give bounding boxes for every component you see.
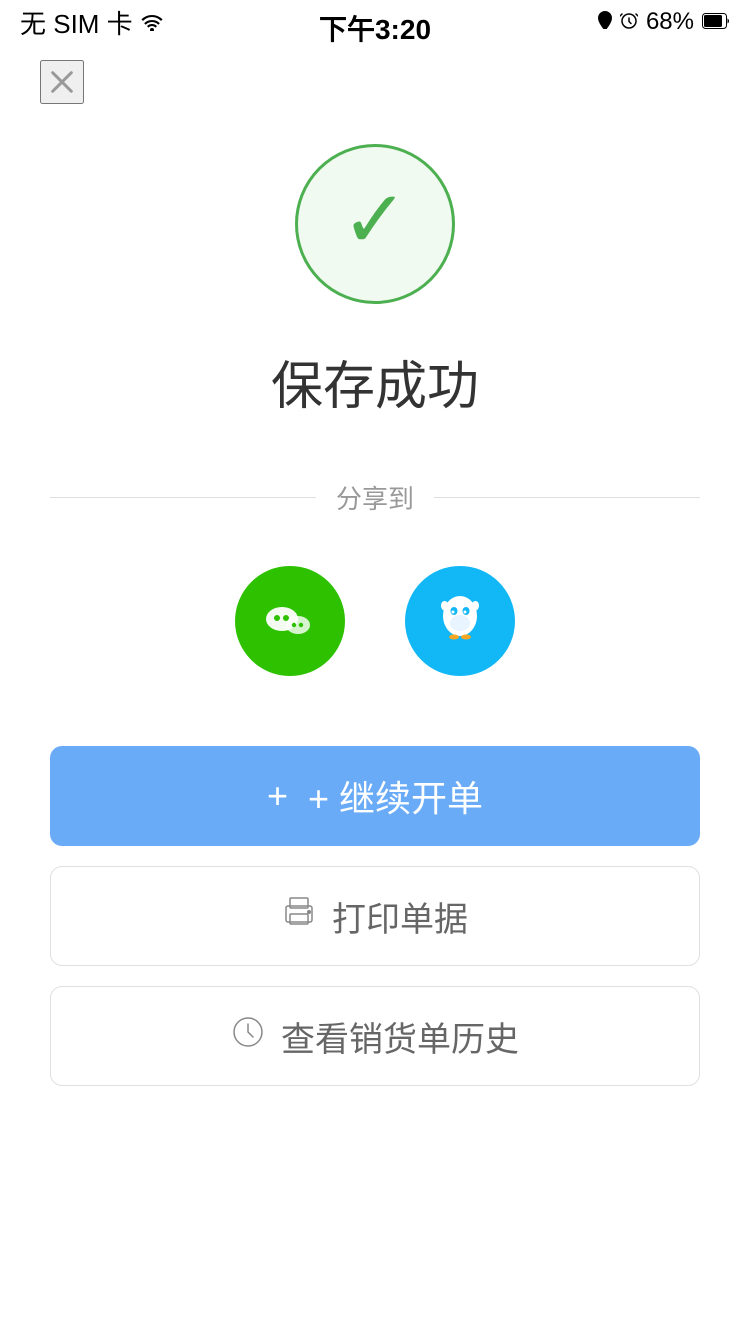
history-label: 查看销货单历史 (281, 1012, 519, 1061)
status-bar: 无 SIM 卡 下午3:20 68% (0, 0, 750, 44)
share-section: 分享到 (0, 479, 750, 746)
checkmark-icon: ✓ (341, 180, 408, 260)
print-icon (282, 896, 316, 937)
wechat-share-button[interactable] (235, 566, 345, 676)
qq-icon (431, 590, 489, 652)
status-right: 68% (598, 8, 730, 36)
success-circle: ✓ (295, 144, 455, 304)
sim-label: 无 SIM 卡 (20, 4, 133, 41)
continue-button[interactable]: + + 继续开单 (50, 746, 700, 846)
success-title: 保存成功 (271, 344, 479, 419)
wechat-icon (260, 591, 320, 651)
print-button[interactable]: 打印单据 (50, 866, 700, 966)
battery-percentage: 68% (646, 8, 694, 36)
alarm-icon (620, 8, 638, 36)
wifi-icon (141, 7, 163, 38)
action-buttons: + + 继续开单 打印单据 查看销货单历 (50, 746, 700, 1086)
status-left: 无 SIM 卡 (20, 4, 163, 41)
battery-icon (702, 8, 730, 36)
qq-share-button[interactable] (405, 566, 515, 676)
main-content: ✓ 保存成功 分享到 (0, 44, 750, 1086)
history-button[interactable]: 查看销货单历史 (50, 986, 700, 1086)
history-icon (231, 1015, 265, 1058)
print-label: 打印单据 (332, 892, 468, 941)
share-label: 分享到 (316, 479, 434, 516)
status-time: 下午3:20 (319, 8, 431, 48)
plus-icon: + (267, 775, 288, 817)
location-icon (598, 8, 612, 36)
share-icons (50, 566, 700, 676)
close-button[interactable] (40, 60, 84, 104)
continue-label: + 继续开单 (308, 770, 483, 822)
share-divider: 分享到 (50, 479, 700, 516)
